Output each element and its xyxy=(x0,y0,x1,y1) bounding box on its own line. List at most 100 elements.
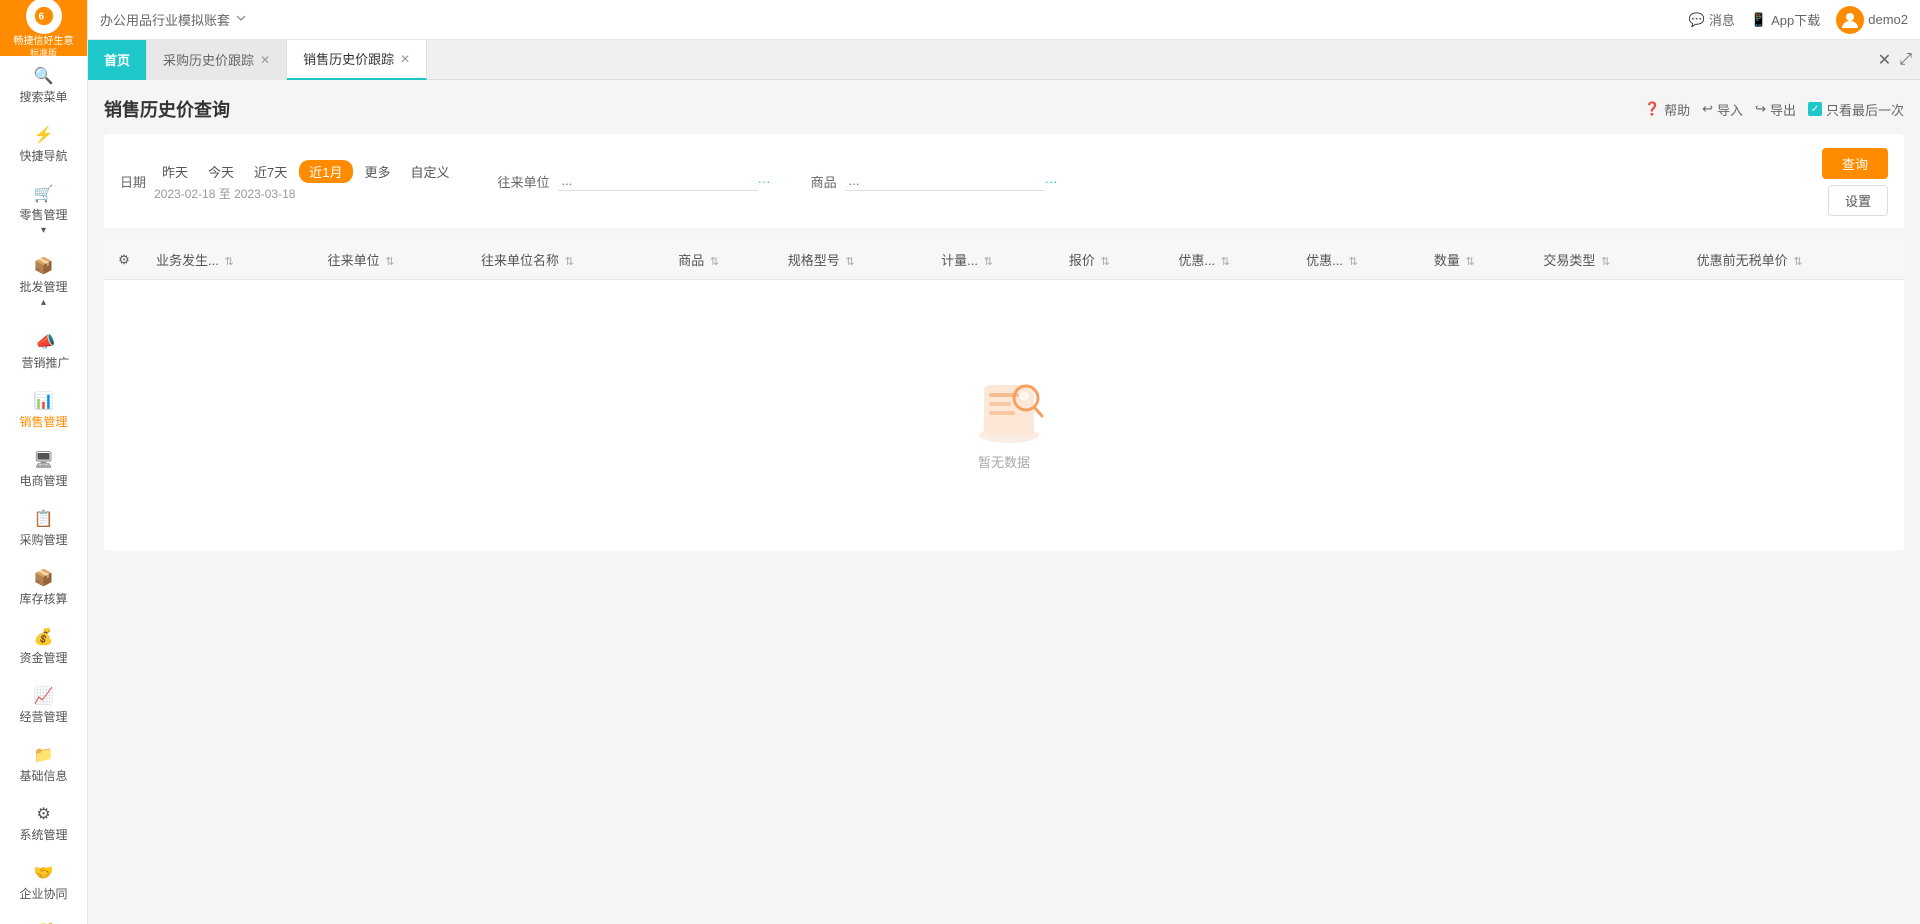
logo-icon: 6 xyxy=(26,0,62,34)
sidebar-item-finance[interactable]: 💰 资金管理 xyxy=(0,617,87,676)
date-btn-custom[interactable]: 自定义 xyxy=(403,160,458,183)
col-pretax-price[interactable]: 优惠前无税单价 ⇅ xyxy=(1685,240,1904,280)
goods-input[interactable] xyxy=(845,171,1045,191)
col-biz-date-label: 业务发生... xyxy=(156,253,219,268)
sidebar-item-sales[interactable]: 📊 销售管理 xyxy=(0,381,87,440)
col-discount1-label: 优惠... xyxy=(1178,253,1215,268)
export-action[interactable]: ↪ 导出 xyxy=(1755,100,1796,119)
tab-purchase-close-icon[interactable]: ✕ xyxy=(260,54,270,66)
enterprise-icon: 🤝 xyxy=(34,863,54,883)
import-action[interactable]: ↩ 导入 xyxy=(1702,100,1743,119)
page-content: 销售历史价查询 ❓ 帮助 ↩ 导入 ↪ 导出 ✓ 只看最后一次 xyxy=(88,80,1920,924)
date-range-text: 2023-02-18 至 2023-03-18 xyxy=(154,185,458,202)
sidebar-item-marketing[interactable]: 📣 营销推广 xyxy=(0,322,87,381)
sidebar-item-system[interactable]: ⚙ 系统管理 xyxy=(0,794,87,853)
col-partner-code-label: 往来单位 xyxy=(328,253,380,268)
sidebar-item-retail[interactable]: 🛒 零售管理 ▾ xyxy=(0,174,87,246)
sidebar-logo: 6 畅捷信好生意 标准版 xyxy=(0,0,88,56)
col-quote[interactable]: 报价 ⇅ xyxy=(1057,240,1166,280)
sidebar-item-purchase[interactable]: 📋 采购管理 xyxy=(0,499,87,558)
sidebar-item-shortcut[interactable]: ⚡ 快捷导航 xyxy=(0,115,87,174)
logo-text: 畅捷信好生意 标准版 xyxy=(14,36,74,59)
goods-input-area: ··· xyxy=(845,171,1058,191)
inventory-icon: 📦 xyxy=(34,568,54,588)
only-last-checkbox-label[interactable]: ✓ 只看最后一次 xyxy=(1808,100,1904,119)
user-action[interactable]: demo2 xyxy=(1836,6,1908,34)
col-partner-code[interactable]: 往来单位 ⇅ xyxy=(316,240,469,280)
settings-button[interactable]: 设置 xyxy=(1828,185,1888,216)
topbar-title: 办公用品行业模拟账套 xyxy=(100,10,1681,29)
dropdown-icon[interactable] xyxy=(234,11,248,28)
sidebar-item-guide[interactable]: 🧭 新手引导 xyxy=(0,912,87,924)
date-btn-last1m[interactable]: 近1月 xyxy=(299,160,352,183)
col-spec-label: 规格型号 xyxy=(788,253,840,268)
sidebar-item-operations[interactable]: 📈 经营管理 xyxy=(0,676,87,735)
sort-icon-spec: ⇅ xyxy=(845,256,854,268)
page-title: 销售历史价查询 xyxy=(104,96,230,122)
date-filter-label: 日期 xyxy=(120,172,146,191)
col-settings[interactable]: ⚙ xyxy=(104,240,144,280)
col-biz-date[interactable]: 业务发生... ⇅ xyxy=(144,240,316,280)
partner-input[interactable] xyxy=(558,171,758,191)
col-qty[interactable]: 数量 ⇅ xyxy=(1422,240,1531,280)
tab-home[interactable]: 首页 xyxy=(88,40,147,80)
help-action[interactable]: ❓ 帮助 xyxy=(1644,100,1690,119)
date-btn-last7[interactable]: 近7天 xyxy=(246,160,295,183)
col-discount2[interactable]: 优惠... ⇅ xyxy=(1294,240,1422,280)
sidebar-item-wholesale[interactable]: 📦 批发管理 ▴ xyxy=(0,246,87,318)
col-discount2-label: 优惠... xyxy=(1306,253,1343,268)
sort-icon-discount1: ⇅ xyxy=(1221,256,1230,268)
message-action[interactable]: 💬 消息 xyxy=(1689,10,1735,29)
chevron-up-icon: ▴ xyxy=(41,297,46,308)
avatar xyxy=(1836,6,1864,34)
sort-icon-discount2: ⇅ xyxy=(1349,256,1358,268)
col-goods[interactable]: 商品 ⇅ xyxy=(666,240,775,280)
sidebar-item-inventory[interactable]: 📦 库存核算 xyxy=(0,558,87,617)
app-label: App下载 xyxy=(1771,10,1820,29)
date-btn-yesterday[interactable]: 昨天 xyxy=(154,160,196,183)
date-btn-more[interactable]: 更多 xyxy=(357,160,399,183)
tab-purchase-history[interactable]: 采购历史价跟踪 ✕ xyxy=(147,40,287,80)
date-btn-today[interactable]: 今天 xyxy=(200,160,242,183)
sidebar-item-search[interactable]: 🔍 搜索菜单 xyxy=(0,56,87,115)
empty-state: 暂无数据 xyxy=(104,280,1904,551)
sort-icon-partner-name: ⇅ xyxy=(565,256,574,268)
sort-icon-biz-date: ⇅ xyxy=(224,256,233,268)
col-trade-type[interactable]: 交易类型 ⇅ xyxy=(1531,240,1684,280)
sidebar-item-enterprise[interactable]: 🤝 企业协同 xyxy=(0,853,87,912)
date-filter-item: 日期 昨天 今天 近7天 近1月 更多 自定义 2023-02-18 至 202… xyxy=(120,160,458,202)
col-partner-name[interactable]: 往来单位名称 ⇅ xyxy=(469,240,666,280)
topbar: 办公用品行业模拟账套 💬 消息 📱 App下载 demo2 xyxy=(88,0,1920,40)
help-icon: ❓ xyxy=(1644,101,1660,117)
col-unit[interactable]: 计量... ⇅ xyxy=(929,240,1057,280)
settings-gear-icon[interactable]: ⚙ xyxy=(118,252,130,267)
col-spec[interactable]: 规格型号 ⇅ xyxy=(776,240,929,280)
partner-filter-label: 往来单位 xyxy=(498,172,550,191)
sidebar-item-ecommerce[interactable]: 🖥 电商管理 xyxy=(0,440,87,499)
sort-icon-quote: ⇅ xyxy=(1100,256,1109,268)
finance-icon: 💰 xyxy=(34,627,54,647)
tab-sales-history[interactable]: 销售历史价跟踪 ✕ xyxy=(287,40,427,80)
message-label: 消息 xyxy=(1709,10,1735,29)
shortcut-icon: ⚡ xyxy=(34,125,54,145)
message-icon: 💬 xyxy=(1689,12,1705,28)
topbar-actions: 💬 消息 📱 App下载 demo2 xyxy=(1689,6,1908,34)
export-icon: ↪ xyxy=(1755,101,1766,117)
close-window-button[interactable]: ✕ xyxy=(1878,50,1891,70)
query-button[interactable]: 查询 xyxy=(1822,148,1888,179)
app-download-action[interactable]: 📱 App下载 xyxy=(1751,10,1820,29)
sort-icon-unit: ⇅ xyxy=(984,256,993,268)
col-quote-label: 报价 xyxy=(1069,253,1095,268)
sidebar: 6 畅捷信好生意 标准版 🔍 搜索菜单 ⚡ 快捷导航 🛒 零售管理 ▾ 📦 批发… xyxy=(0,0,88,924)
svg-text:6: 6 xyxy=(38,11,44,22)
sidebar-item-base[interactable]: 📁 基础信息 xyxy=(0,735,87,794)
sort-icon-partner-code: ⇅ xyxy=(385,256,394,268)
sort-icon-trade-type: ⇅ xyxy=(1601,256,1610,268)
marketing-icon: 📣 xyxy=(36,332,56,352)
tab-sales-close-icon[interactable]: ✕ xyxy=(400,53,410,65)
col-discount1[interactable]: 优惠... ⇅ xyxy=(1166,240,1294,280)
partner-more-icon[interactable]: ··· xyxy=(758,174,771,189)
sort-icon-qty: ⇅ xyxy=(1465,256,1474,268)
goods-more-icon[interactable]: ··· xyxy=(1045,174,1058,189)
maximize-window-button[interactable]: ⤢ xyxy=(1899,51,1912,69)
